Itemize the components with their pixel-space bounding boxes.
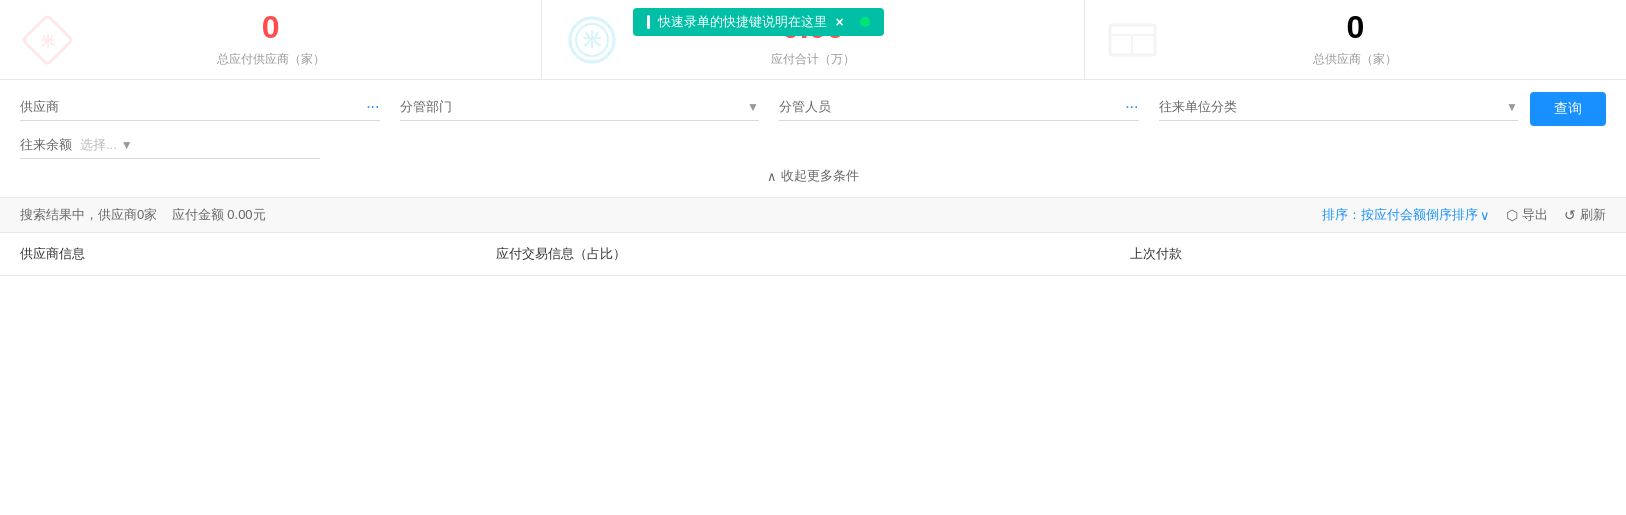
filter-row-2: 往来余额 选择... ▼: [20, 136, 1606, 159]
export-icon: ⬡: [1506, 207, 1518, 223]
col-payable-info: 应付交易信息（占比）: [496, 245, 1130, 263]
query-button[interactable]: 查询: [1530, 92, 1606, 126]
shortcut-tooltip: 快速录单的快捷键说明在这里 ×: [633, 8, 883, 36]
department-filter[interactable]: 分管部门 ▼: [400, 98, 760, 121]
supplier-label: 供应商: [20, 98, 70, 116]
unit-class-label: 往来单位分类: [1159, 98, 1237, 116]
stat-payable-total: 米 0.00 应付合计（万） 快速录单的快捷键说明在这里 ×: [542, 0, 1084, 79]
stat-total-suppliers: 0 总供应商（家）: [1085, 0, 1626, 79]
total-payable-value: 0: [262, 11, 280, 43]
balance-filter[interactable]: 往来余额 选择... ▼: [20, 136, 320, 159]
person-dots-btn[interactable]: ···: [1125, 98, 1138, 116]
export-label: 导出: [1522, 206, 1548, 224]
filter-row-1: 供应商 ··· 分管部门 ▼ 分管人员 ··· 往来单位分类 ▼ 查询: [20, 92, 1606, 126]
box-icon: [1105, 20, 1160, 60]
total-payable-label: 总应付供应商（家）: [217, 51, 325, 68]
supplier-dots-btn[interactable]: ···: [366, 98, 379, 116]
collapse-text: 收起更多条件: [781, 167, 859, 185]
table-header: 供应商信息 应付交易信息（占比） 上次付款: [0, 233, 1626, 276]
refresh-icon: ↺: [1564, 207, 1576, 223]
collapse-arrow-icon: ∧: [767, 169, 777, 184]
table-area: 供应商信息 应付交易信息（占比） 上次付款: [0, 233, 1626, 515]
col-supplier-info: 供应商信息: [20, 245, 496, 263]
tooltip-dot: [860, 17, 870, 27]
supplier-input[interactable]: [78, 99, 362, 114]
department-input[interactable]: [460, 99, 744, 114]
table-body: [0, 276, 1626, 515]
person-label: 分管人员: [779, 98, 831, 116]
balance-label: 往来余额: [20, 136, 72, 154]
result-bar: 搜索结果中，供应商0家 应付金额 0.00元 排序：按应付会额倒序排序 ∨ ⬡ …: [0, 198, 1626, 233]
person-filter[interactable]: 分管人员 ···: [779, 98, 1139, 121]
diamond-icon: 米: [20, 12, 75, 67]
stats-bar: 米 0 总应付供应商（家） 米 0.00 应付合计（万） 快速录单的快捷键说明在…: [0, 0, 1626, 80]
collapse-btn[interactable]: ∧ 收起更多条件: [767, 167, 859, 185]
sort-select[interactable]: 排序：按应付会额倒序排序 ∨: [1322, 206, 1490, 224]
unit-class-arrow[interactable]: ▼: [1506, 100, 1518, 114]
unit-class-input[interactable]: [1245, 99, 1503, 114]
export-btn[interactable]: ⬡ 导出: [1506, 206, 1548, 224]
tooltip-close-btn[interactable]: ×: [835, 14, 843, 30]
department-label: 分管部门: [400, 98, 452, 116]
balance-placeholder: 选择...: [80, 136, 117, 154]
svg-text:米: 米: [582, 30, 602, 50]
stat-total-payable-suppliers: 米 0 总应付供应商（家）: [0, 0, 542, 79]
result-info: 搜索结果中，供应商0家 应付金额 0.00元: [20, 206, 266, 224]
payable-total-label: 应付合计（万）: [771, 51, 855, 68]
person-input[interactable]: [839, 99, 1121, 114]
filter-area: 供应商 ··· 分管部门 ▼ 分管人员 ··· 往来单位分类 ▼ 查询 往来余额: [0, 80, 1626, 198]
sort-arrow-icon: ∨: [1480, 208, 1490, 223]
tooltip-bar: [647, 15, 650, 29]
tooltip-text: 快速录单的快捷键说明在这里: [658, 13, 827, 31]
sort-label: 排序：按应付会额倒序排序: [1322, 206, 1478, 224]
svg-text:米: 米: [40, 32, 56, 48]
refresh-btn[interactable]: ↺ 刷新: [1564, 206, 1606, 224]
balance-arrow[interactable]: ▼: [121, 138, 133, 152]
total-suppliers-label: 总供应商（家）: [1313, 51, 1397, 68]
result-summary: 搜索结果中，供应商0家: [20, 207, 157, 222]
department-arrow[interactable]: ▼: [747, 100, 759, 114]
result-amount-summary: 应付金额 0.00元: [172, 207, 266, 222]
total-suppliers-value: 0: [1346, 11, 1364, 43]
supplier-filter[interactable]: 供应商 ···: [20, 98, 380, 121]
refresh-label: 刷新: [1580, 206, 1606, 224]
coin-icon: 米: [562, 10, 622, 70]
result-actions: 排序：按应付会额倒序排序 ∨ ⬡ 导出 ↺ 刷新: [1322, 206, 1606, 224]
unit-class-filter[interactable]: 往来单位分类 ▼: [1159, 98, 1519, 121]
col-last-payment: 上次付款: [1130, 245, 1606, 263]
